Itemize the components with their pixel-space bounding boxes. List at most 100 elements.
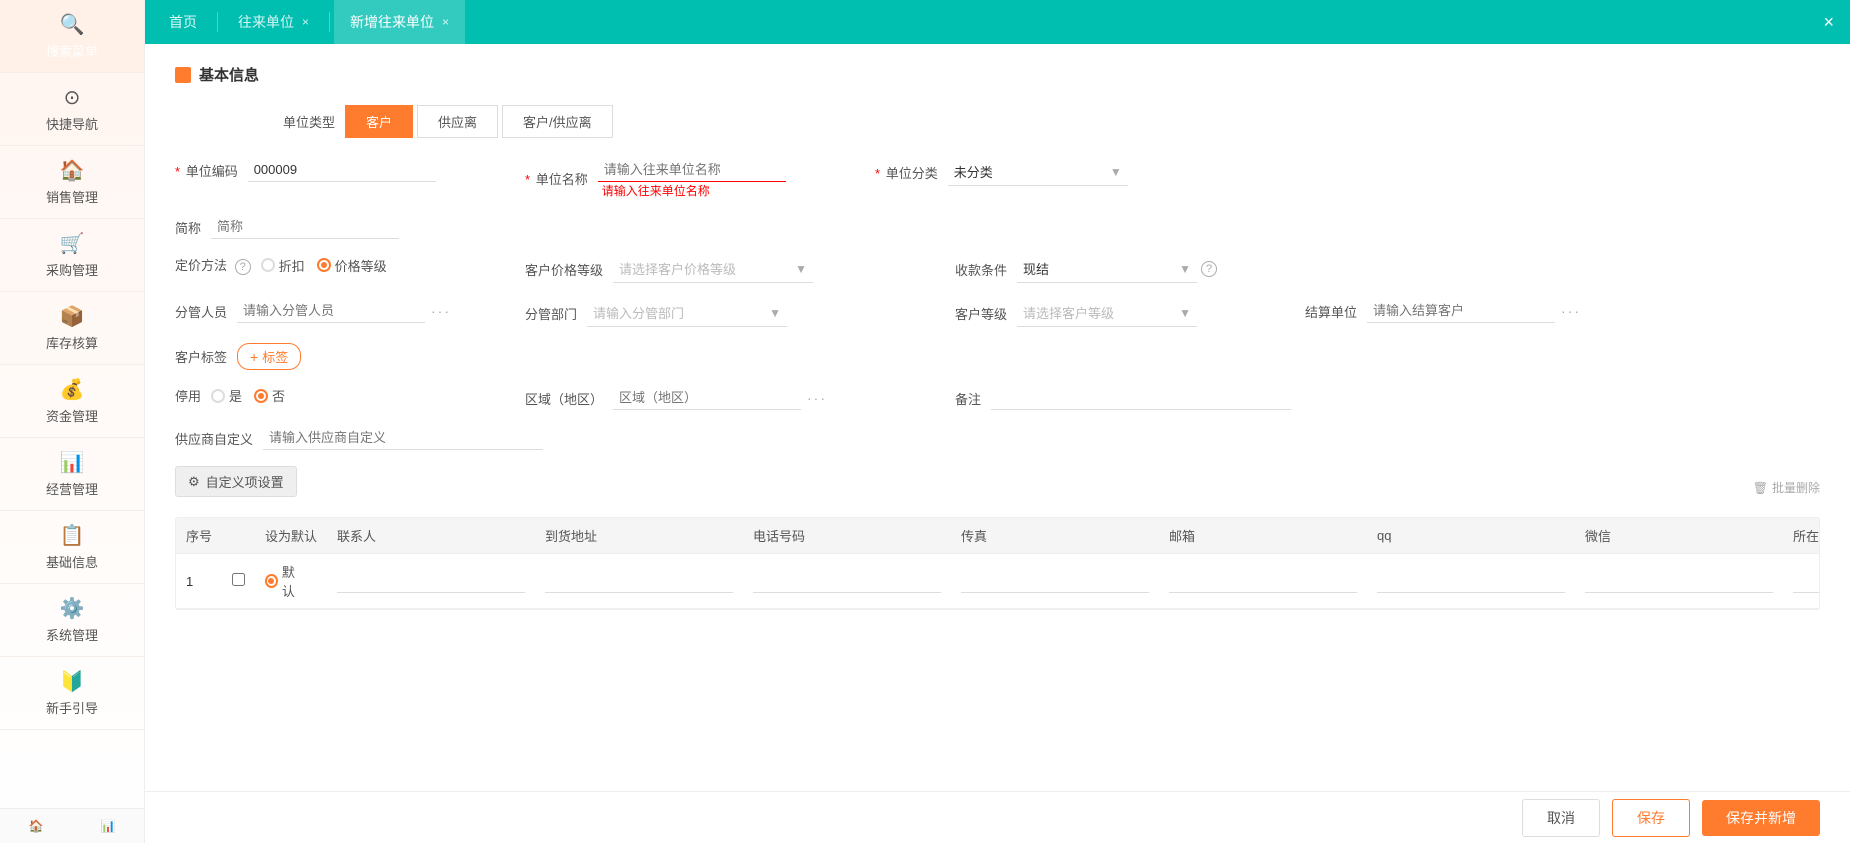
- sidebar-item-quick-nav[interactable]: ⊙ 快捷导航: [0, 73, 144, 146]
- tab-partner[interactable]: 往来单位 ×: [222, 0, 325, 44]
- row-phone-input[interactable]: [753, 569, 941, 593]
- row-address[interactable]: [535, 554, 743, 609]
- row-default-label: 默认: [282, 562, 305, 600]
- customer-level-select[interactable]: 请选择客户等级 ▼: [1017, 299, 1197, 327]
- tag-btn-label: 标签: [262, 347, 288, 366]
- row-contact[interactable]: [327, 554, 535, 609]
- dept-select[interactable]: 请输入分管部门 ▼: [587, 299, 787, 327]
- row-qq-input[interactable]: [1377, 569, 1565, 593]
- row-fax[interactable]: [951, 554, 1159, 609]
- pricing-help-icon[interactable]: ?: [235, 259, 251, 275]
- custom-settings-button[interactable]: ⚙ 自定义项设置: [175, 466, 297, 497]
- payment-condition-value: 现结: [1023, 259, 1175, 278]
- required-star-cat: *: [875, 166, 880, 181]
- close-all-button[interactable]: ×: [1815, 12, 1842, 33]
- row-email-input[interactable]: [1169, 569, 1357, 593]
- row-fax-input[interactable]: [961, 569, 1149, 593]
- short-name-input[interactable]: [211, 215, 399, 239]
- tag-plus-icon: +: [250, 349, 258, 365]
- table-header: 序号 设为默认 联系人 到货地址 电话号码 传真 邮箱 qq 微信 所在地区 操…: [176, 518, 1820, 554]
- unit-category-arrow: ▼: [1110, 165, 1122, 179]
- settlement-input[interactable]: [1367, 299, 1555, 323]
- finance-icon: 💰: [60, 377, 85, 402]
- type-btn-both[interactable]: 客户/供应离: [502, 105, 613, 138]
- region-more-btn[interactable]: ···: [807, 390, 827, 406]
- tab-home-label: 首页: [169, 12, 197, 32]
- cancel-button[interactable]: 取消: [1522, 799, 1600, 837]
- row-address-input[interactable]: [545, 569, 733, 593]
- sidebar-stats-btn[interactable]: 📊: [72, 809, 144, 843]
- sidebar-item-label: 新手引导: [46, 698, 98, 717]
- contact-table-element: 序号 设为默认 联系人 到货地址 电话号码 传真 邮箱 qq 微信 所在地区 操…: [176, 518, 1820, 609]
- row-email[interactable]: [1159, 554, 1367, 609]
- pricing-level-option[interactable]: 价格等级: [317, 256, 387, 275]
- table-body: 1 默认: [176, 554, 1820, 609]
- region-input[interactable]: [613, 386, 801, 410]
- stop-use-yes[interactable]: 是: [211, 386, 242, 405]
- sidebar-item-search[interactable]: 🔍 搜索菜单: [0, 0, 144, 73]
- add-tag-button[interactable]: + 标签: [237, 343, 301, 370]
- row-checkbox[interactable]: [232, 573, 245, 586]
- unit-name-input[interactable]: [598, 158, 786, 182]
- customer-level-placeholder: 请选择客户等级: [1023, 303, 1175, 322]
- settlement-label: 结算单位: [1305, 302, 1357, 321]
- tab-partner-close[interactable]: ×: [302, 15, 309, 29]
- unit-type-row: 单位类型 客户 供应离 客户/供应离: [175, 105, 1820, 138]
- sidebar-item-finance[interactable]: 💰 资金管理: [0, 365, 144, 438]
- col-checkbox: [222, 518, 255, 554]
- payment-condition-select[interactable]: 现结 ▼: [1017, 255, 1197, 283]
- stop-use-no[interactable]: 否: [254, 386, 285, 405]
- customer-price-select[interactable]: 请选择客户价格等级 ▼: [613, 255, 813, 283]
- type-btn-customer[interactable]: 客户: [345, 105, 413, 138]
- sidebar-item-purchase[interactable]: 🛒 采购管理: [0, 219, 144, 292]
- pricing-discount-option[interactable]: 折扣: [261, 256, 305, 275]
- sidebar-item-operation[interactable]: 📊 经营管理: [0, 438, 144, 511]
- tab-home[interactable]: 首页: [153, 0, 213, 44]
- type-btn-supplier[interactable]: 供应离: [417, 105, 498, 138]
- unit-category-select[interactable]: 未分类 ▼: [948, 158, 1128, 186]
- row-checkbox-cell: [222, 554, 255, 609]
- tab-new-partner-close[interactable]: ×: [442, 15, 449, 29]
- tab-new-partner[interactable]: 新增往来单位 ×: [334, 0, 465, 44]
- pricing-level-label: 价格等级: [335, 256, 387, 275]
- inventory-icon: 📦: [60, 304, 85, 329]
- row-default-radio-item[interactable]: 默认: [265, 562, 305, 600]
- row-contact-input[interactable]: [337, 569, 525, 593]
- row-wechat[interactable]: [1575, 554, 1783, 609]
- payment-help-icon[interactable]: ?: [1201, 261, 1217, 277]
- settlement-more-btn[interactable]: ···: [1561, 303, 1581, 319]
- row-region[interactable]: [1783, 554, 1820, 609]
- unit-code-input[interactable]: [248, 158, 436, 182]
- sidebar-home-btn[interactable]: 🏠: [0, 809, 72, 843]
- row-qq[interactable]: [1367, 554, 1575, 609]
- row-wechat-input[interactable]: [1585, 569, 1773, 593]
- unit-type-label: 单位类型: [255, 112, 335, 131]
- remark-input[interactable]: [991, 386, 1291, 410]
- unit-name-error-msg: 请输入往来单位名称: [602, 182, 786, 199]
- form-group-stop-use: 停用 是 否: [175, 386, 495, 405]
- purchase-icon: 🛒: [60, 231, 85, 256]
- sidebar-item-guide[interactable]: 🔰 新手引导: [0, 657, 144, 730]
- sidebar-item-system[interactable]: ⚙️ 系统管理: [0, 584, 144, 657]
- basic-icon: 📋: [60, 523, 85, 548]
- sidebar-item-basic[interactable]: 📋 基础信息: [0, 511, 144, 584]
- sidebar-item-inventory[interactable]: 📦 库存核算: [0, 292, 144, 365]
- row-phone[interactable]: [743, 554, 951, 609]
- batch-delete-button[interactable]: 🗑 批量删除: [1753, 479, 1820, 496]
- row-region-input[interactable]: [1793, 569, 1820, 593]
- required-star: *: [175, 164, 180, 179]
- sales-icon: 🏠: [60, 158, 85, 183]
- form-row-2: 简称: [175, 215, 1820, 239]
- manager-more-btn[interactable]: ···: [431, 303, 451, 319]
- manager-input[interactable]: [237, 299, 425, 323]
- pricing-label: 定价方法 ?: [175, 255, 251, 275]
- sidebar-item-sales[interactable]: 🏠 销售管理: [0, 146, 144, 219]
- sidebar-item-label: 经营管理: [46, 479, 98, 498]
- col-phone: 电话号码: [743, 518, 951, 554]
- save-button[interactable]: 保存: [1612, 799, 1690, 837]
- batch-delete-icon: 🗑: [1753, 481, 1768, 495]
- sidebar-item-label: 系统管理: [46, 625, 98, 644]
- supplier-custom-input[interactable]: [263, 426, 543, 450]
- save-new-button[interactable]: 保存并新增: [1702, 800, 1820, 836]
- form-group-tags: 客户标签 + 标签: [175, 343, 495, 370]
